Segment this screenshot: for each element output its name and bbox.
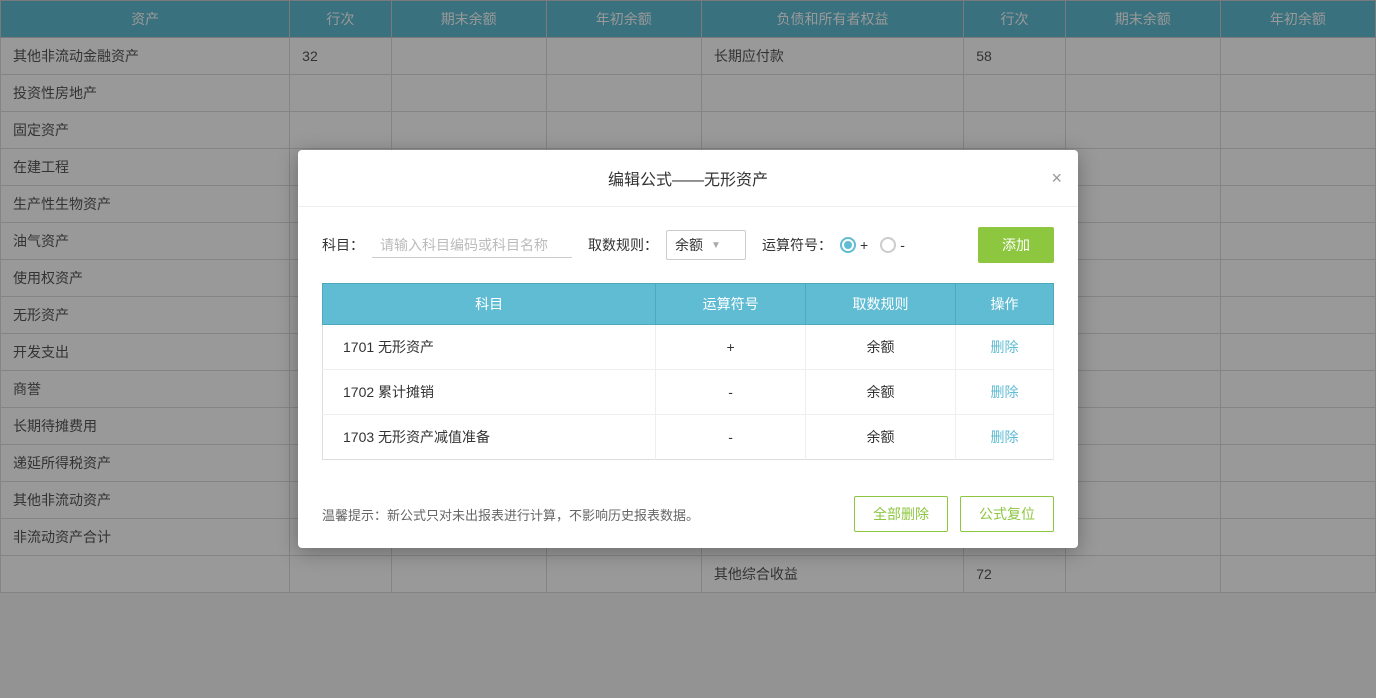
delete-row-link[interactable]: 删除 [990,429,1018,445]
formula-row: 1702 累计摊销-余额 删除 [323,370,1054,415]
formula-action: 删除 [955,370,1053,415]
formula-table: 科目 运算符号 取数规则 操作 1701 无形资产+余额删除1702 累计摊销-… [322,283,1054,460]
reset-formula-button[interactable]: 公式复位 [960,496,1054,532]
operator-label: 运算符号： [762,235,832,255]
th-operator: 运算符号 [656,284,806,325]
form-row: 科目： 取数规则： 余额 ▼ 运算符号： [322,227,1054,263]
formula-operator: - [656,370,806,415]
delete-row-link[interactable]: 删除 [990,339,1018,355]
radio-plus-circle [840,237,856,253]
subject-input[interactable] [372,233,572,258]
edit-formula-modal: 编辑公式——无形资产 × 科目： 取数规则： 余额 ▼ [298,150,1078,548]
operator-plus-label: + [860,237,868,253]
formula-row: 1703 无形资产减值准备-余额 删除 [323,415,1054,460]
chevron-down-icon: ▼ [711,240,721,251]
rule-label: 取数规则： [588,235,658,255]
close-button[interactable]: × [1051,169,1062,187]
modal-footer: 温馨提示：新公式只对未出报表进行计算，不影响历史报表数据。 全部删除 公式复位 [298,480,1078,548]
th-action: 操作 [955,284,1053,325]
delete-all-button[interactable]: 全部删除 [854,496,948,532]
formula-operator: - [656,415,806,460]
formula-action: 删除 [955,415,1053,460]
footer-hint: 温馨提示：新公式只对未出报表进行计算，不影响历史报表数据。 [322,505,699,524]
formula-action: 删除 [955,325,1053,370]
subject-group: 科目： [322,233,572,258]
operator-options: + - [840,237,905,253]
add-button[interactable]: 添加 [978,227,1054,263]
formula-rule: 余额 [806,415,956,460]
formula-rule: 余额 [806,325,956,370]
table-header-row: 科目 运算符号 取数规则 操作 [323,284,1054,325]
rule-group: 取数规则： 余额 ▼ [588,230,746,260]
modal-overlay: 编辑公式——无形资产 × 科目： 取数规则： 余额 ▼ [0,0,1376,698]
operator-group: 运算符号： + - [762,235,905,255]
formula-row: 1701 无形资产+余额 删除 [323,325,1054,370]
footer-buttons: 全部删除 公式复位 [854,496,1054,532]
radio-minus-circle [880,237,896,253]
formula-subject: 1703 无形资产减值准备 [323,415,656,460]
delete-row-link[interactable]: 删除 [990,384,1018,400]
modal-header: 编辑公式——无形资产 × [298,150,1078,207]
modal-body: 科目： 取数规则： 余额 ▼ 运算符号： [298,207,1078,480]
formula-subject: 1701 无形资产 [323,325,656,370]
rule-value: 余额 [675,235,703,255]
formula-operator: + [656,325,806,370]
modal-title: 编辑公式——无形资产 [608,172,768,189]
th-rule: 取数规则 [806,284,956,325]
operator-minus-label: - [900,237,905,253]
subject-label: 科目： [322,235,364,255]
th-subject: 科目 [323,284,656,325]
formula-rule: 余额 [806,370,956,415]
rule-select[interactable]: 余额 ▼ [666,230,746,260]
formula-subject: 1702 累计摊销 [323,370,656,415]
operator-minus-option[interactable]: - [880,237,905,253]
operator-plus-option[interactable]: + [840,237,868,253]
